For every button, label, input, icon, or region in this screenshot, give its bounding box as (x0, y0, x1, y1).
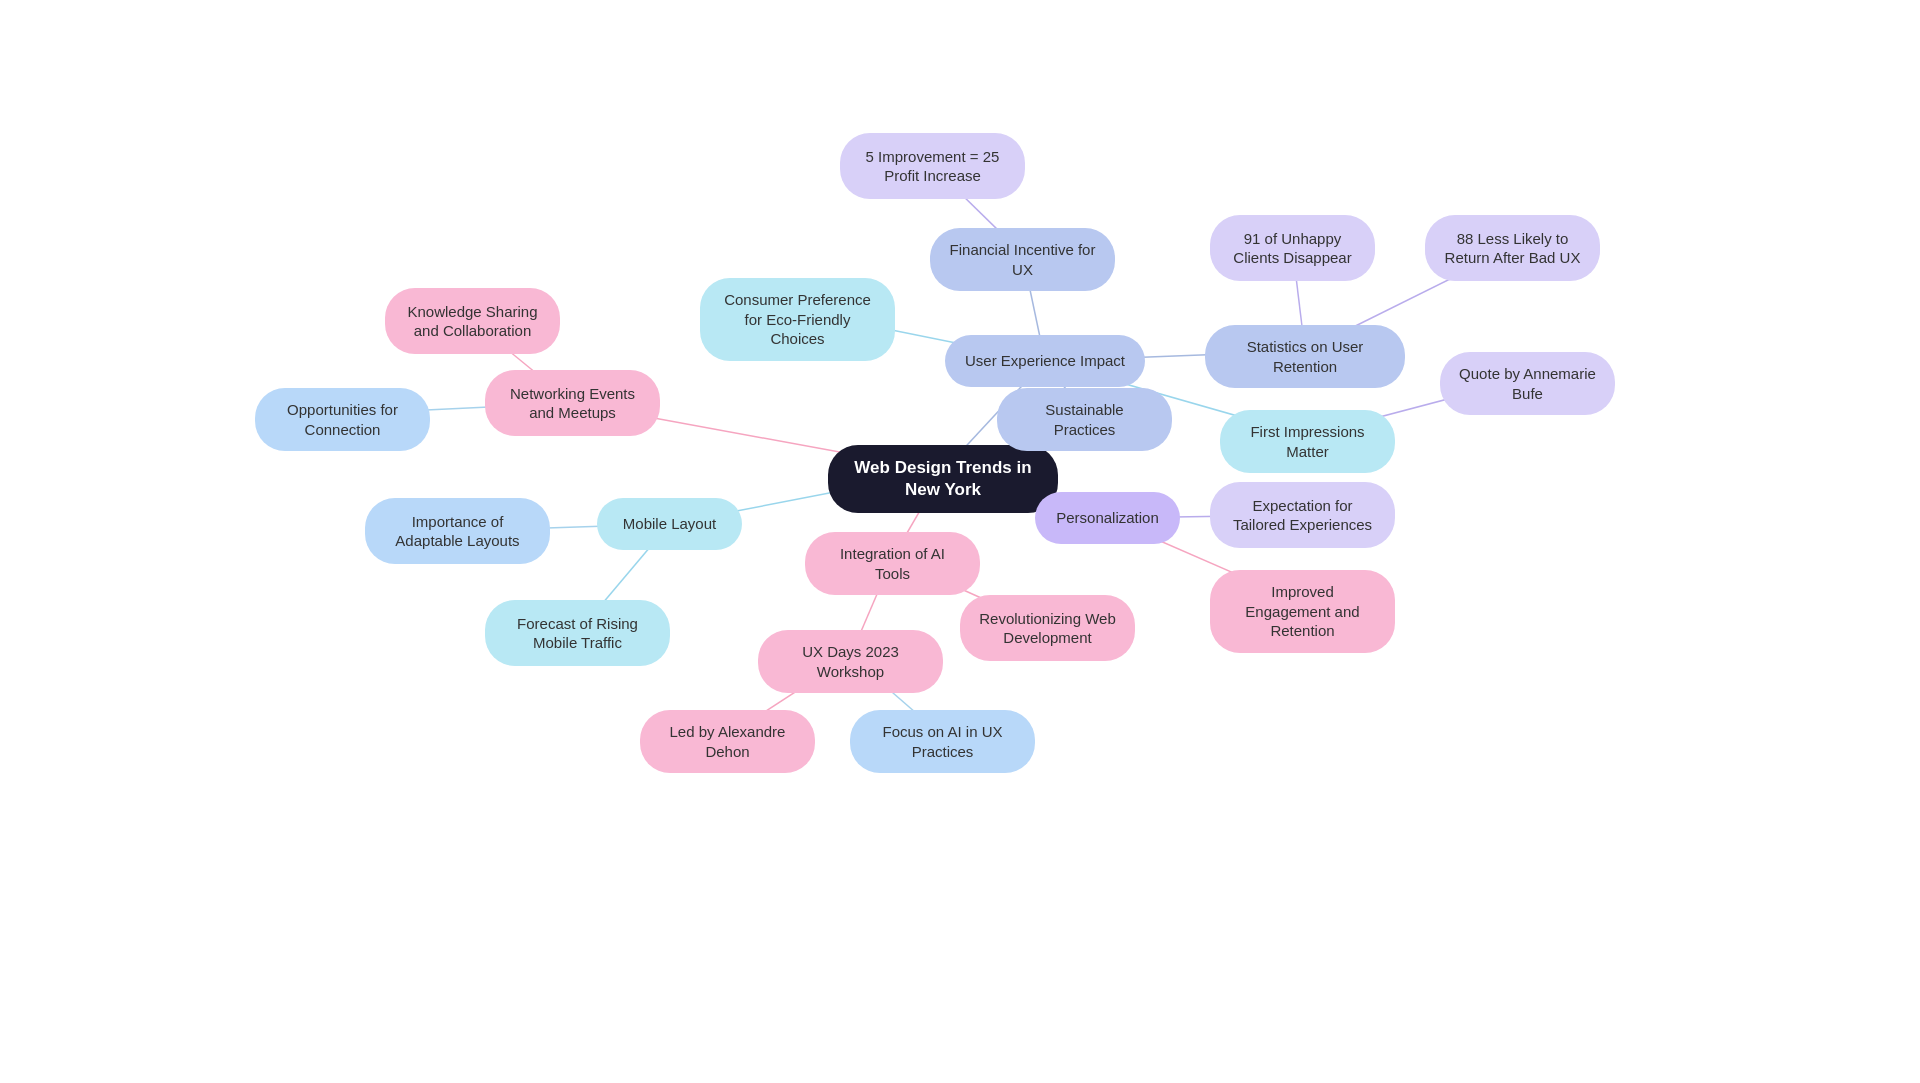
node-center[interactable]: Web Design Trends in New York (828, 445, 1058, 513)
node-integrationAI[interactable]: Integration of AI Tools (805, 532, 980, 595)
node-financialIncentive[interactable]: Financial Incentive for UX (930, 228, 1115, 291)
node-knowledgeSharing[interactable]: Knowledge Sharing and Collaboration (385, 288, 560, 354)
node-ledAlexandre[interactable]: Led by Alexandre Dehon (640, 710, 815, 773)
node-networkingEvents[interactable]: Networking Events and Meetups (485, 370, 660, 436)
node-unhappyClients[interactable]: 91 of Unhappy Clients Disappear (1210, 215, 1375, 281)
node-consumerPreference[interactable]: Consumer Preference for Eco-Friendly Cho… (700, 278, 895, 361)
node-fiveImprovement[interactable]: 5 Improvement = 25 Profit Increase (840, 133, 1025, 199)
node-statisticsUserRetention[interactable]: Statistics on User Retention (1205, 325, 1405, 388)
node-sustainablePractices[interactable]: Sustainable Practices (997, 388, 1172, 451)
node-uxDays[interactable]: UX Days 2023 Workshop (758, 630, 943, 693)
node-mobileLayout[interactable]: Mobile Layout (597, 498, 742, 550)
node-firstImpressions[interactable]: First Impressions Matter (1220, 410, 1395, 473)
mindmap-container: Web Design Trends in New York User Experi… (0, 0, 1920, 1083)
node-opportunitiesConnection[interactable]: Opportunities for Connection (255, 388, 430, 451)
node-revolutionizing[interactable]: Revolutionizing Web Development (960, 595, 1135, 661)
node-focusAI[interactable]: Focus on AI in UX Practices (850, 710, 1035, 773)
node-improvedEngagement[interactable]: Improved Engagement and Retention (1210, 570, 1395, 653)
node-lessLikely[interactable]: 88 Less Likely to Return After Bad UX (1425, 215, 1600, 281)
node-personalization[interactable]: Personalization (1035, 492, 1180, 544)
node-quoteAnnemarie[interactable]: Quote by Annemarie Bufe (1440, 352, 1615, 415)
node-expectationTailored[interactable]: Expectation for Tailored Experiences (1210, 482, 1395, 548)
node-importanceAdaptable[interactable]: Importance of Adaptable Layouts (365, 498, 550, 564)
node-forecastMobile[interactable]: Forecast of Rising Mobile Traffic (485, 600, 670, 666)
node-userExperienceImpact[interactable]: User Experience Impact (945, 335, 1145, 387)
